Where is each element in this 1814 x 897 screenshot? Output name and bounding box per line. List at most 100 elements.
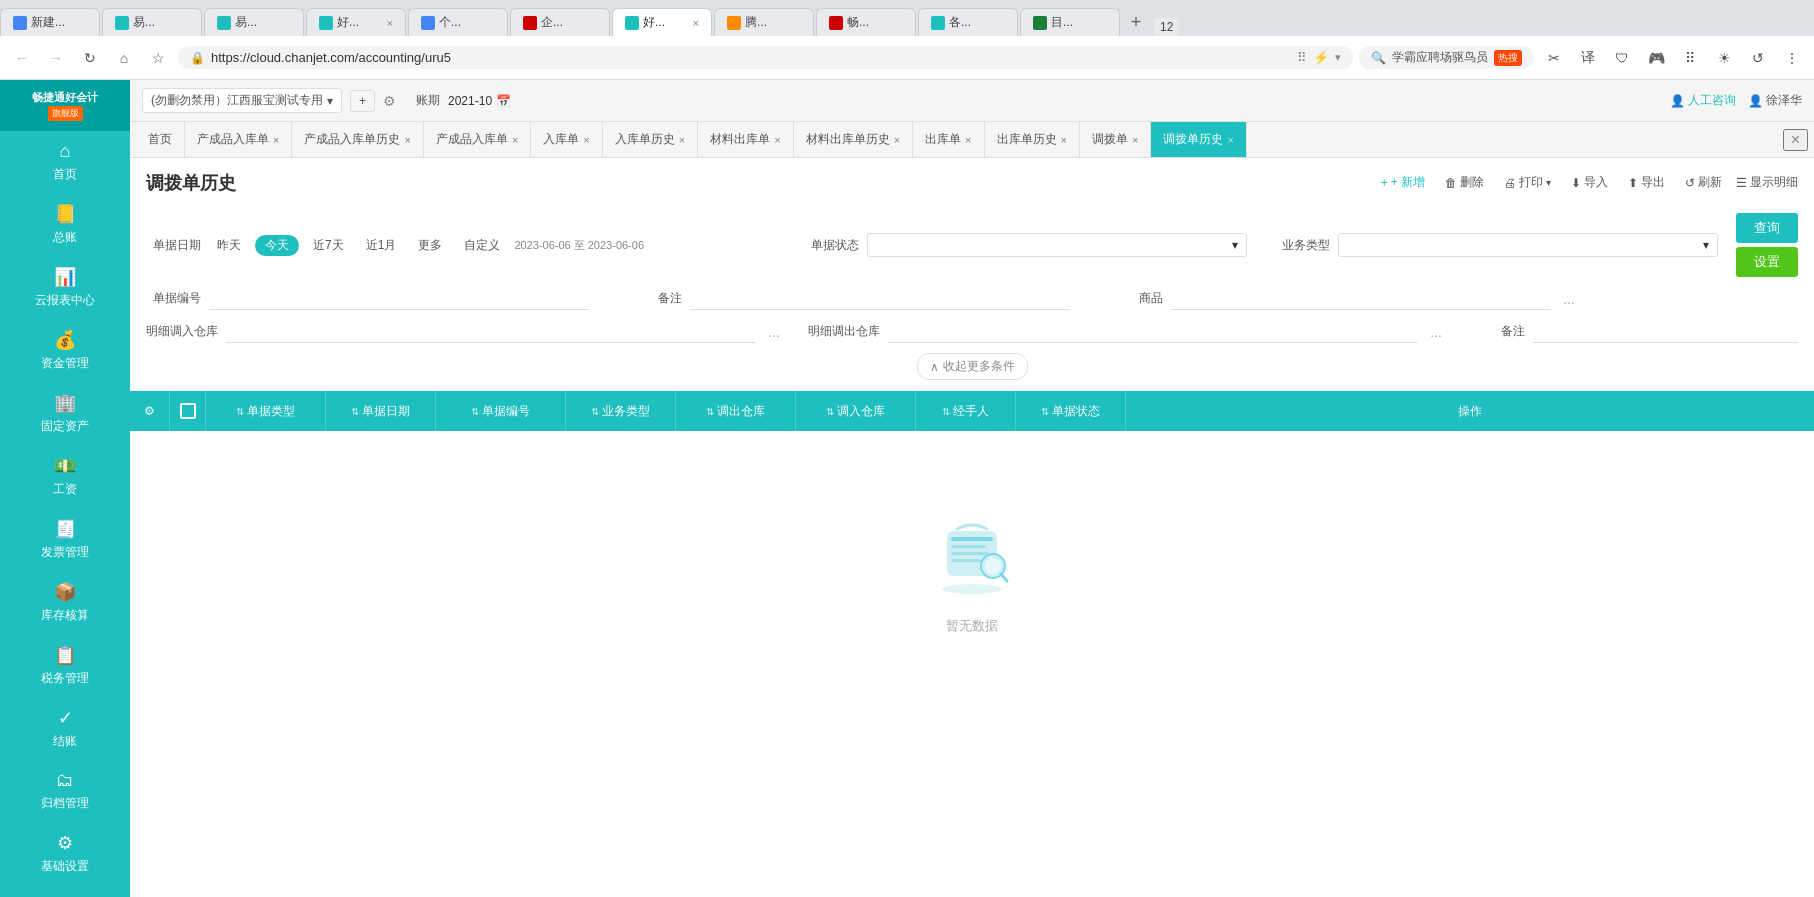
detail-in-input[interactable] — [226, 320, 756, 343]
content-tab-close-6[interactable]: × — [774, 134, 780, 146]
browser-tab-t3[interactable]: 易... — [204, 8, 304, 36]
query-btn[interactable]: 查询 — [1736, 213, 1798, 243]
detail-remark-input[interactable] — [1533, 320, 1798, 343]
content-tab-9[interactable]: 出库单历史 × — [985, 122, 1080, 157]
remark-input[interactable] — [690, 287, 1070, 310]
content-tab-0[interactable]: 首页 — [136, 122, 185, 157]
add-tab-btn[interactable]: + — [1122, 8, 1150, 36]
content-tab-close-8[interactable]: × — [965, 134, 971, 146]
date-more[interactable]: 更多 — [410, 235, 450, 256]
th-type[interactable]: ⇅ 单据类型 — [206, 391, 326, 431]
date-today[interactable]: 今天 — [255, 235, 299, 256]
brightness-icon[interactable]: ☀ — [1710, 44, 1738, 72]
sidebar-item-home[interactable]: ⌂ 首页 — [0, 131, 130, 193]
content-tab-close-5[interactable]: × — [679, 134, 685, 146]
tab-close-btn[interactable]: × — [693, 17, 699, 29]
browser-tab-t10[interactable]: 各... — [918, 8, 1018, 36]
content-tab-close-7[interactable]: × — [894, 134, 900, 146]
forward-button[interactable]: → — [42, 44, 70, 72]
calendar-icon[interactable]: 📅 — [496, 94, 511, 108]
sidebar-item-invoices[interactable]: 🧾 发票管理 — [0, 508, 130, 571]
display-cols-btn[interactable]: ☰ 显示明细 — [1736, 174, 1798, 191]
browser-tab-t4[interactable]: 好... × — [306, 8, 406, 36]
sidebar-item-inventory[interactable]: 📦 库存核算 — [0, 571, 130, 634]
doc-number-input[interactable] — [209, 287, 589, 310]
content-tab-3[interactable]: 产成品入库单 × — [424, 122, 531, 157]
browser-tab-t1[interactable]: 新建... — [0, 8, 100, 36]
detail-in-dots[interactable]: ... — [768, 324, 780, 340]
home-button[interactable]: ⌂ — [110, 44, 138, 72]
address-bar[interactable]: 🔒 https://cloud.chanjet.com/accounting/u… — [178, 46, 1353, 69]
browser-tab-t7[interactable]: 好... × — [612, 8, 712, 36]
date-yesterday[interactable]: 昨天 — [209, 235, 249, 256]
user-info[interactable]: 👤 徐泽华 — [1748, 92, 1802, 109]
browser-tab-t8[interactable]: 腾... — [714, 8, 814, 36]
th-handler[interactable]: ⇅ 经手人 — [916, 391, 1016, 431]
export-btn[interactable]: ⬆ 导出 — [1622, 170, 1671, 195]
header-checkbox[interactable] — [180, 403, 196, 419]
th-date[interactable]: ⇅ 单据日期 — [326, 391, 436, 431]
th-status[interactable]: ⇅ 单据状态 — [1016, 391, 1126, 431]
status-select[interactable]: ▾ — [867, 233, 1247, 257]
sidebar-item-guide[interactable]: 📖 新手引导 — [0, 885, 130, 897]
translate-icon[interactable]: 译 — [1574, 44, 1602, 72]
sidebar-item-settings[interactable]: ⚙ 基础设置 — [0, 822, 130, 885]
support-btn[interactable]: 👤 人工咨询 — [1670, 92, 1736, 109]
browser-tab-t2[interactable]: 易... — [102, 8, 202, 36]
sidebar-item-assets[interactable]: 🏢 固定资产 — [0, 382, 130, 445]
date-1month[interactable]: 近1月 — [358, 235, 405, 256]
date-7days[interactable]: 近7天 — [305, 235, 352, 256]
goods-input[interactable] — [1171, 287, 1551, 310]
browser-tab-t5[interactable]: 个... — [408, 8, 508, 36]
th-in-wh[interactable]: ⇅ 调入仓库 — [796, 391, 916, 431]
browser-tab-t9[interactable]: 畅... — [816, 8, 916, 36]
sidebar-item-tax[interactable]: 📋 税务管理 — [0, 634, 130, 697]
game-icon[interactable]: 🎮 — [1642, 44, 1670, 72]
content-tab-10[interactable]: 调拨单 × — [1080, 122, 1151, 157]
add-company-btn[interactable]: + — [350, 90, 375, 112]
content-tab-close-3[interactable]: × — [512, 134, 518, 146]
menu-icon[interactable]: ⋮ — [1778, 44, 1806, 72]
delete-btn[interactable]: 🗑 删除 — [1439, 170, 1490, 195]
content-tab-close-11[interactable]: × — [1227, 134, 1233, 146]
content-tab-close-2[interactable]: × — [404, 134, 410, 146]
refresh-btn[interactable]: ↺ 刷新 — [1679, 170, 1728, 195]
th-biz[interactable]: ⇅ 业务类型 — [566, 391, 676, 431]
biz-type-select[interactable]: ▾ — [1338, 233, 1718, 257]
content-tab-11[interactable]: 调拨单历史 × — [1151, 122, 1246, 157]
sidebar-item-reports[interactable]: 📊 云报表中心 — [0, 256, 130, 319]
sidebar-item-settle[interactable]: ✓ 结账 — [0, 697, 130, 760]
th-out-wh[interactable]: ⇅ 调出仓库 — [676, 391, 796, 431]
browser-tab-t11[interactable]: 目... — [1020, 8, 1120, 36]
undo-icon[interactable]: ↺ — [1744, 44, 1772, 72]
search-area[interactable]: 🔍 学霸应聘场驱鸟员 热搜 — [1359, 46, 1534, 69]
date-custom[interactable]: 自定义 — [456, 235, 508, 256]
bookmark-button[interactable]: ☆ — [144, 44, 172, 72]
content-tab-1[interactable]: 产成品入库单 × — [185, 122, 292, 157]
collapse-btn[interactable]: ∧ 收起更多条件 — [917, 353, 1028, 380]
print-btn[interactable]: 🖨 打印 ▾ — [1498, 170, 1557, 195]
content-tab-6[interactable]: 材料出库单 × — [698, 122, 793, 157]
back-button[interactable]: ← — [8, 44, 36, 72]
grid-icon[interactable]: ⠿ — [1676, 44, 1704, 72]
filter-settings-btn[interactable]: 设置 — [1736, 247, 1798, 277]
company-selector[interactable]: (勿删勿禁用）江西服宝测试专用 ▾ — [142, 88, 342, 113]
tab-close-btn[interactable]: × — [387, 17, 393, 29]
content-tab-close-4[interactable]: × — [583, 134, 589, 146]
content-tab-close-10[interactable]: × — [1132, 134, 1138, 146]
sidebar-item-archive[interactable]: 🗂 归档管理 — [0, 760, 130, 822]
content-tab-7[interactable]: 材料出库单历史 × — [794, 122, 913, 157]
goods-dots[interactable]: ... — [1563, 291, 1575, 307]
detail-out-dots[interactable]: ... — [1430, 324, 1442, 340]
content-tab-5[interactable]: 入库单历史 × — [603, 122, 698, 157]
reload-button[interactable]: ↻ — [76, 44, 104, 72]
content-tab-close-1[interactable]: × — [273, 134, 279, 146]
new-btn[interactable]: + + 新增 — [1375, 170, 1431, 195]
th-check[interactable] — [170, 391, 206, 431]
import-btn[interactable]: ⬇ 导入 — [1565, 170, 1614, 195]
sidebar-item-ledger[interactable]: 📒 总账 — [0, 193, 130, 256]
th-number[interactable]: ⇅ 单据编号 — [436, 391, 566, 431]
detail-out-input[interactable] — [888, 320, 1418, 343]
shield-icon[interactable]: 🛡 — [1608, 44, 1636, 72]
content-tab-4[interactable]: 入库单 × — [531, 122, 602, 157]
